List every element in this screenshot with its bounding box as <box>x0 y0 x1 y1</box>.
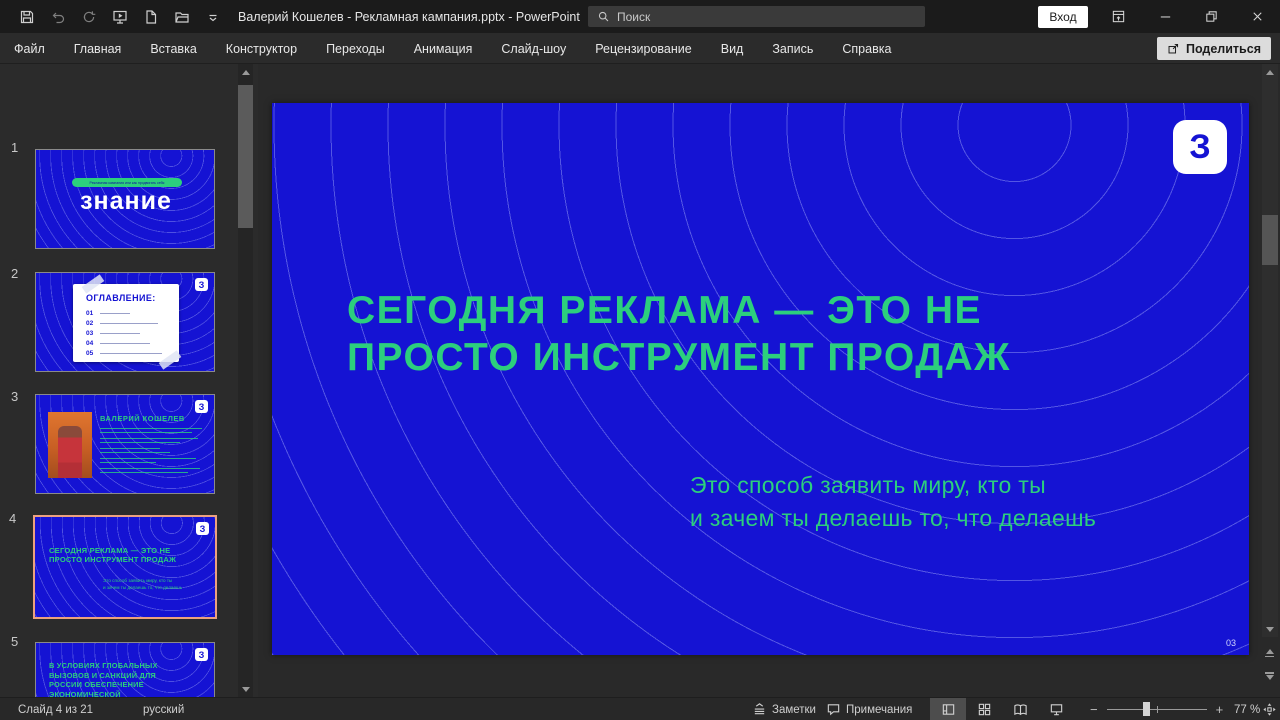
normal-view-icon <box>942 704 954 715</box>
undo-icon[interactable] <box>49 8 66 25</box>
previous-slide-icon[interactable] <box>1260 645 1279 661</box>
zoom-in-button[interactable]: + <box>1216 702 1224 717</box>
search-icon <box>598 11 609 22</box>
fit-to-window-icon <box>1263 703 1276 716</box>
slide-5-number: 5 <box>11 634 19 649</box>
toc-item-number: 04 <box>86 340 94 347</box>
save-icon[interactable] <box>18 8 35 25</box>
slide-2-thumbnail[interactable]: З ОГЛАВЛЕНИЕ: 01 02 03 04 05 <box>35 272 215 372</box>
slideshow-view-icon <box>1050 704 1062 716</box>
slide-page-number: 03 <box>1225 638 1236 648</box>
toc-item-number: 02 <box>86 320 94 327</box>
tab-slideshow[interactable]: Слайд-шоу <box>501 42 566 56</box>
ribbon-tabs: Файл Главная Вставка Конструктор Переход… <box>14 33 891 64</box>
tab-home[interactable]: Главная <box>74 42 122 56</box>
panel-scroll-up-icon[interactable] <box>238 64 253 80</box>
zoom-control: − + <box>1090 698 1223 720</box>
next-slide-icon[interactable] <box>1260 668 1279 684</box>
slide-subtitle[interactable]: Это способ заявить миру, кто ты и зачем … <box>690 469 1170 536</box>
status-bar: Слайд 4 из 21 русский Заметки Примечания <box>0 697 1280 720</box>
reading-view-button[interactable] <box>1002 698 1038 720</box>
tab-help[interactable]: Справка <box>842 42 891 56</box>
slide-sorter-icon <box>978 703 990 716</box>
slide-1-banner: Рекламная кампания или как продвигать се… <box>72 178 182 187</box>
slide-thumbnail-panel: 1 Рекламная кампания или как продвигать … <box>0 64 258 720</box>
open-folder-icon[interactable] <box>173 8 190 25</box>
scroll-down-icon[interactable] <box>1260 621 1279 637</box>
window-title: Валерий Кошелев - Рекламная кампания.ppt… <box>238 9 580 24</box>
redo-icon[interactable] <box>80 8 97 25</box>
fit-to-window-button[interactable] <box>1262 698 1277 720</box>
slide-canvas[interactable]: З СЕГОДНЯ РЕКЛАМА — ЭТО НЕ ПРОСТО ИНСТРУ… <box>272 103 1249 655</box>
slide-4-thumbnail-selected[interactable]: З СЕГОДНЯ РЕКЛАМА — ЭТО НЕ ПРОСТО ИНСТРУ… <box>33 515 217 619</box>
tab-view[interactable]: Вид <box>721 42 744 56</box>
speaker-photo <box>48 412 92 478</box>
share-label: Поделиться <box>1185 41 1261 56</box>
search-placeholder: Поиск <box>617 9 651 24</box>
slide-2-number: 2 <box>11 266 19 281</box>
language-indicator[interactable]: русский <box>143 704 184 716</box>
zoom-slider-thumb[interactable] <box>1142 702 1150 716</box>
scroll-up-icon[interactable] <box>1260 64 1279 80</box>
tab-design[interactable]: Конструктор <box>226 42 297 56</box>
reading-view-icon <box>1013 704 1027 716</box>
slide-1-thumbnail[interactable]: Рекламная кампания или как продвигать се… <box>35 149 215 249</box>
zoom-level[interactable]: 77 % <box>1234 698 1260 720</box>
ribbon-display-options-icon[interactable] <box>1101 0 1135 33</box>
znanie-logo-icon: З <box>195 400 208 413</box>
close-button[interactable] <box>1240 0 1274 33</box>
znanie-logo-icon: З <box>195 648 208 661</box>
comments-icon <box>827 704 840 716</box>
powerpoint-window: Валерий Кошелев - Рекламная кампания.ppt… <box>0 0 1280 720</box>
tab-record[interactable]: Запись <box>772 42 813 56</box>
customize-toolbar-icon[interactable] <box>204 8 221 25</box>
ribbon-tab-bar: Файл Главная Вставка Конструктор Переход… <box>0 33 1280 64</box>
znanie-wordmark: знание <box>80 187 172 215</box>
quick-access-toolbar <box>0 0 221 33</box>
search-input[interactable]: Поиск <box>588 6 925 27</box>
zoom-slider[interactable] <box>1106 702 1207 716</box>
toc-item-number: 03 <box>86 330 94 337</box>
slide-3-number: 3 <box>11 389 19 404</box>
zoom-out-button[interactable]: − <box>1090 702 1098 717</box>
share-icon <box>1168 43 1179 54</box>
new-file-icon[interactable] <box>142 8 159 25</box>
main-scrollbar[interactable] <box>1262 64 1278 637</box>
share-button[interactable]: Поделиться <box>1156 37 1271 60</box>
znanie-logo-icon: З <box>1173 120 1227 174</box>
title-bar: Валерий Кошелев - Рекламная кампания.ppt… <box>0 0 1280 33</box>
speaker-name: ВАЛЕРИЙ КОШЕЛЕВ <box>100 414 185 423</box>
notes-toggle[interactable]: Заметки <box>752 698 816 720</box>
comments-toggle[interactable]: Примечания <box>826 698 912 720</box>
restore-button[interactable] <box>1194 0 1228 33</box>
panel-scroll-down-icon[interactable] <box>238 681 253 697</box>
minimize-button[interactable] <box>1148 0 1182 33</box>
normal-view-button[interactable] <box>930 698 966 720</box>
slide-4-thumb-body: Это способ заявить миру, кто ты и зачем … <box>103 578 183 590</box>
start-slideshow-icon[interactable] <box>111 8 128 25</box>
tab-insert[interactable]: Вставка <box>150 42 196 56</box>
slide-1-number: 1 <box>11 140 19 155</box>
slide-4-thumb-title: СЕГОДНЯ РЕКЛАМА — ЭТО НЕ ПРОСТО ИНСТРУМЕ… <box>49 546 177 565</box>
main-scrollbar-thumb[interactable] <box>1262 215 1278 265</box>
slide-indicator[interactable]: Слайд 4 из 21 <box>18 704 93 716</box>
tab-file[interactable]: Файл <box>14 42 45 56</box>
slide-sorter-view-button[interactable] <box>966 698 1002 720</box>
tab-transitions[interactable]: Переходы <box>326 42 385 56</box>
slideshow-view-button[interactable] <box>1038 698 1074 720</box>
sign-in-button[interactable]: Вход <box>1038 6 1088 28</box>
znanie-logo-icon: З <box>196 522 209 535</box>
tab-animations[interactable]: Анимация <box>414 42 473 56</box>
toc-item-number: 05 <box>86 350 94 357</box>
toc-item-number: 01 <box>86 310 94 317</box>
panel-scrollbar-thumb[interactable] <box>238 85 253 228</box>
toc-heading: ОГЛАВЛЕНИЕ: <box>86 293 156 303</box>
slide-title[interactable]: СЕГОДНЯ РЕКЛАМА — ЭТО НЕ ПРОСТО ИНСТРУМЕ… <box>347 288 1127 382</box>
slide-3-thumbnail[interactable]: З ВАЛЕРИЙ КОШЕЛЕВ <box>35 394 215 494</box>
toc-card: ОГЛАВЛЕНИЕ: 01 02 03 04 05 <box>73 284 179 362</box>
tab-review[interactable]: Рецензирование <box>595 42 692 56</box>
slide-4-number: 4 <box>9 511 17 526</box>
notes-icon <box>754 703 765 715</box>
znanie-logo-icon: З <box>195 278 208 291</box>
